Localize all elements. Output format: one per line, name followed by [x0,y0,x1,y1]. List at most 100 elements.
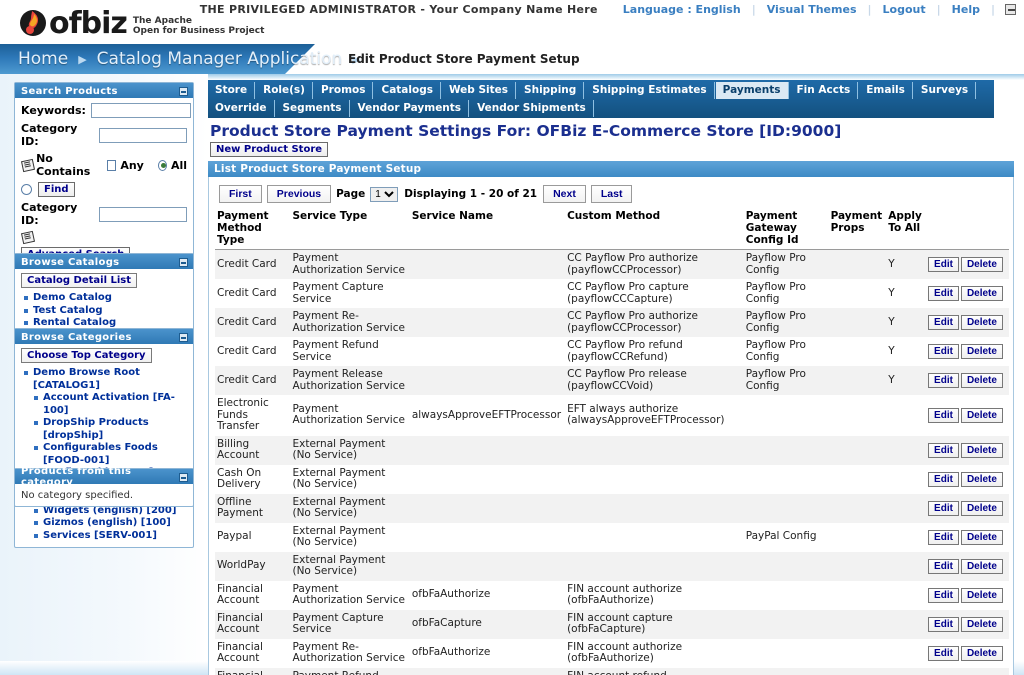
tree-root-item[interactable]: Demo Browse Root [CATALOG1] [21,367,187,392]
minimize-icon[interactable] [179,258,188,267]
tab-segments[interactable]: Segments [276,100,350,117]
delete-button[interactable]: Delete [961,344,1003,359]
delete-button[interactable]: Delete [961,408,1003,423]
choose-top-category-button[interactable]: Choose Top Category [21,348,152,363]
nav-language[interactable]: Language : English [612,3,752,16]
list-item[interactable]: DropShip Products [dropShip] [21,417,187,442]
edit-button[interactable]: Edit [928,472,959,487]
catalog-link[interactable]: Test Catalog [33,305,103,316]
minimize-icon[interactable] [1005,4,1016,15]
tab-emails[interactable]: Emails [859,82,913,99]
nav-help[interactable]: Help [941,3,991,16]
edit-button[interactable]: Edit [928,646,959,661]
list-item[interactable]: Gizmos (english) [100] [21,517,187,530]
delete-button[interactable]: Delete [961,501,1003,516]
category-link[interactable]: Demo Browse Root [CATALOG1] [33,367,140,391]
cell-payment-method-type: Credit Card [215,308,290,337]
delete-button[interactable]: Delete [961,617,1003,632]
delete-button[interactable]: Delete [961,530,1003,545]
keywords-input[interactable] [91,103,191,118]
tab-promos[interactable]: Promos [314,82,374,99]
category-id-input[interactable] [99,128,187,143]
category-link[interactable]: Services [SERV-001] [43,530,157,541]
delete-button[interactable]: Delete [961,472,1003,487]
tab-roles[interactable]: Role(s) [256,82,313,99]
last-button[interactable]: Last [591,185,633,203]
delete-button[interactable]: Delete [961,588,1003,603]
tab-surveys[interactable]: Surveys [914,82,976,99]
category-link[interactable]: DropShip Products [dropShip] [43,417,149,441]
tab-override[interactable]: Override [208,100,275,117]
table-row: Financial AccountPayment Re-Authorizatio… [215,639,1009,668]
category-id2-input[interactable] [99,207,187,222]
edit-button[interactable]: Edit [928,286,959,301]
tab-shipping-estimates[interactable]: Shipping Estimates [585,82,714,99]
edit-button[interactable]: Edit [928,443,959,458]
edit-button[interactable]: Edit [928,257,959,272]
minimize-icon[interactable] [179,333,188,342]
cell-payment-gateway-config-id [744,395,829,436]
contains-radio[interactable] [21,184,32,195]
list-item[interactable]: Test Catalog [21,305,187,318]
lookup-icon[interactable] [21,231,35,243]
find-button[interactable]: Find [38,182,75,197]
list-item[interactable]: Services [SERV-001] [21,530,187,543]
new-product-store-button[interactable]: New Product Store [210,142,328,157]
category-link[interactable]: Account Activation [FA-100] [43,392,175,416]
delete-button[interactable]: Delete [961,443,1003,458]
catalog-detail-list-button[interactable]: Catalog Detail List [21,273,137,288]
table-header-row: Payment Method Type Service Type Service… [215,209,1009,250]
cell-actions: EditDelete [926,668,1009,675]
any-checkbox[interactable] [107,160,116,171]
edit-button[interactable]: Edit [928,501,959,516]
page-select[interactable]: 1 [370,187,398,202]
cell-payment-method-type: Credit Card [215,366,290,395]
list-item[interactable]: Account Activation [FA-100] [21,392,187,417]
delete-button[interactable]: Delete [961,286,1003,301]
list-item[interactable]: Demo Catalog [21,292,187,305]
all-radio[interactable] [158,160,167,171]
category-link[interactable]: Configurables Foods [FOOD-001] [43,442,158,466]
tab-vendor-shipments[interactable]: Vendor Shipments [470,100,594,117]
cell-service-name [410,308,565,337]
previous-button[interactable]: Previous [267,185,331,203]
delete-button[interactable]: Delete [961,373,1003,388]
tab-catalogs[interactable]: Catalogs [374,82,440,99]
edit-button[interactable]: Edit [928,559,959,574]
delete-button[interactable]: Delete [961,646,1003,661]
page-label: Page [336,188,365,200]
cell-service-type: Payment Authorization Service [290,395,409,436]
tab-vendor-payments[interactable]: Vendor Payments [351,100,470,117]
cell-actions: EditDelete [926,523,1009,552]
breadcrumb-item-home[interactable]: Home [12,49,74,69]
edit-button[interactable]: Edit [928,588,959,603]
breadcrumb-item-catalog-manager[interactable]: Catalog Manager Application [91,49,349,69]
next-button[interactable]: Next [543,185,586,203]
nav-logout[interactable]: Logout [872,3,937,16]
edit-button[interactable]: Edit [928,344,959,359]
nav-visual-themes[interactable]: Visual Themes [756,3,868,16]
catalog-link[interactable]: Rental Catalog [33,317,116,328]
first-button[interactable]: First [219,185,262,203]
tab-fin-accts[interactable]: Fin Accts [790,82,859,99]
delete-button[interactable]: Delete [961,257,1003,272]
tab-payments[interactable]: Payments [716,82,789,99]
list-item[interactable]: Configurables Foods [FOOD-001] [21,442,187,467]
edit-button[interactable]: Edit [928,530,959,545]
minimize-icon[interactable] [179,87,188,96]
edit-button[interactable]: Edit [928,408,959,423]
minimize-icon[interactable] [179,473,188,482]
catalog-link[interactable]: Demo Catalog [33,292,112,303]
edit-button[interactable]: Edit [928,617,959,632]
category-link[interactable]: Gizmos (english) [100] [43,517,171,528]
delete-button[interactable]: Delete [961,559,1003,574]
tab-shipping[interactable]: Shipping [517,82,584,99]
edit-button[interactable]: Edit [928,373,959,388]
tab-store[interactable]: Store [208,82,255,99]
delete-button[interactable]: Delete [961,315,1003,330]
lookup-icon[interactable] [21,159,32,171]
panel-title: Browse Catalogs [21,257,119,268]
edit-button[interactable]: Edit [928,315,959,330]
cell-payment-gateway-config-id: Payflow Pro Config [744,366,829,395]
tab-web-sites[interactable]: Web Sites [442,82,516,99]
